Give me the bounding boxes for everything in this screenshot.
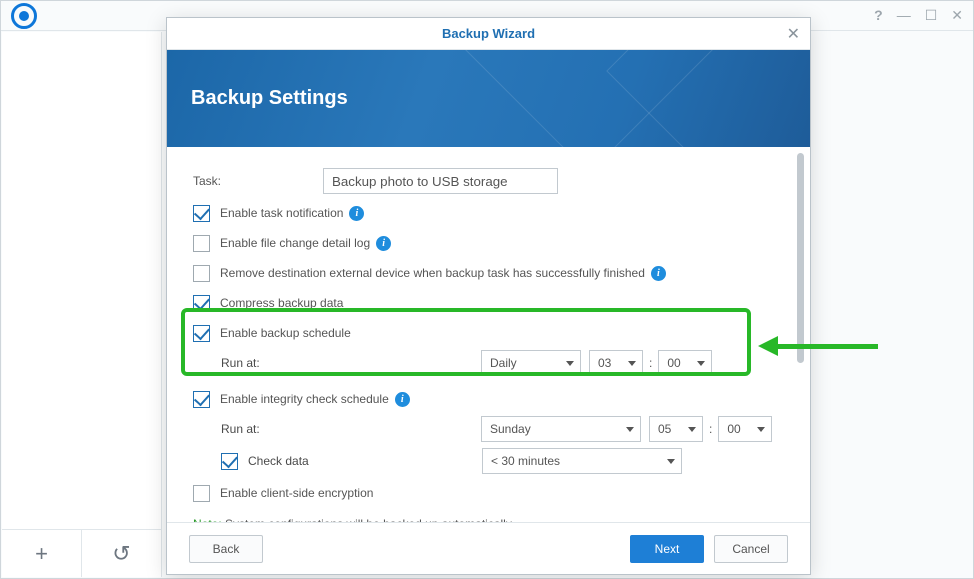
info-icon[interactable]: i [395,392,410,407]
back-button[interactable]: Back [189,535,263,563]
dialog-content: Task: Enable task notification i Enable … [167,147,810,522]
close-window-icon[interactable]: ✕ [951,7,963,24]
task-name-input[interactable] [323,168,558,194]
minimize-icon[interactable]: — [897,7,911,24]
integrity-hour-select[interactable]: 05 [649,416,703,442]
next-button[interactable]: Next [630,535,704,563]
check-data-checkbox[interactable] [221,453,238,470]
maximize-icon[interactable]: ☐ [925,7,938,24]
annotation-arrow [758,336,878,356]
integrity-runat-label: Run at: [221,422,481,436]
integrity-day-select[interactable]: Sunday [481,416,641,442]
info-icon[interactable]: i [651,266,666,281]
backup-wizard-dialog: Backup Wizard ✕ Backup Settings Task: En… [166,17,811,575]
app-window: ? — ☐ ✕ + ↺ Backup Wizard ✕ Backup Setti… [0,0,974,579]
compress-checkbox[interactable] [193,295,210,312]
schedule-minute-select[interactable]: 00 [658,350,712,376]
schedule-runat-label: Run at: [221,356,481,370]
enable-notification-checkbox[interactable] [193,205,210,222]
cancel-button[interactable]: Cancel [714,535,788,563]
left-sidebar: + ↺ [2,32,162,577]
dialog-title: Backup Wizard [442,26,535,41]
enable-integrity-label: Enable integrity check schedule [220,392,389,406]
scrollbar[interactable] [796,153,804,514]
time-colon: : [649,356,652,370]
encryption-label: Enable client-side encryption [220,486,373,500]
dialog-titlebar: Backup Wizard ✕ [167,18,810,50]
schedule-hour-select[interactable]: 03 [589,350,643,376]
remove-device-label: Remove destination external device when … [220,266,645,280]
compress-label: Compress backup data [220,296,343,310]
enable-filechange-checkbox[interactable] [193,235,210,252]
check-data-duration-select[interactable]: < 30 minutes [482,448,682,474]
integrity-minute-select[interactable]: 00 [718,416,772,442]
scrollbar-thumb[interactable] [797,153,804,363]
history-button[interactable]: ↺ [81,530,161,577]
enable-filechange-label: Enable file change detail log [220,236,370,250]
app-logo-icon [11,3,37,29]
enable-schedule-label: Enable backup schedule [220,326,351,340]
enable-integrity-checkbox[interactable] [193,391,210,408]
dialog-banner: Backup Settings [167,50,810,147]
enable-schedule-checkbox[interactable] [193,325,210,342]
close-icon[interactable]: ✕ [787,24,800,44]
banner-heading: Backup Settings [191,87,348,110]
schedule-frequency-select[interactable]: Daily [481,350,581,376]
help-icon[interactable]: ? [874,7,883,24]
check-data-label: Check data [248,454,482,468]
add-button[interactable]: + [2,530,81,577]
encryption-checkbox[interactable] [193,485,210,502]
dialog-footer: Back Next Cancel [167,522,810,574]
window-controls: ? — ☐ ✕ [874,7,963,24]
enable-notification-label: Enable task notification [220,206,343,220]
task-label: Task: [193,174,323,188]
info-icon[interactable]: i [376,236,391,251]
info-icon[interactable]: i [349,206,364,221]
time-colon: : [709,422,712,436]
remove-device-checkbox[interactable] [193,265,210,282]
